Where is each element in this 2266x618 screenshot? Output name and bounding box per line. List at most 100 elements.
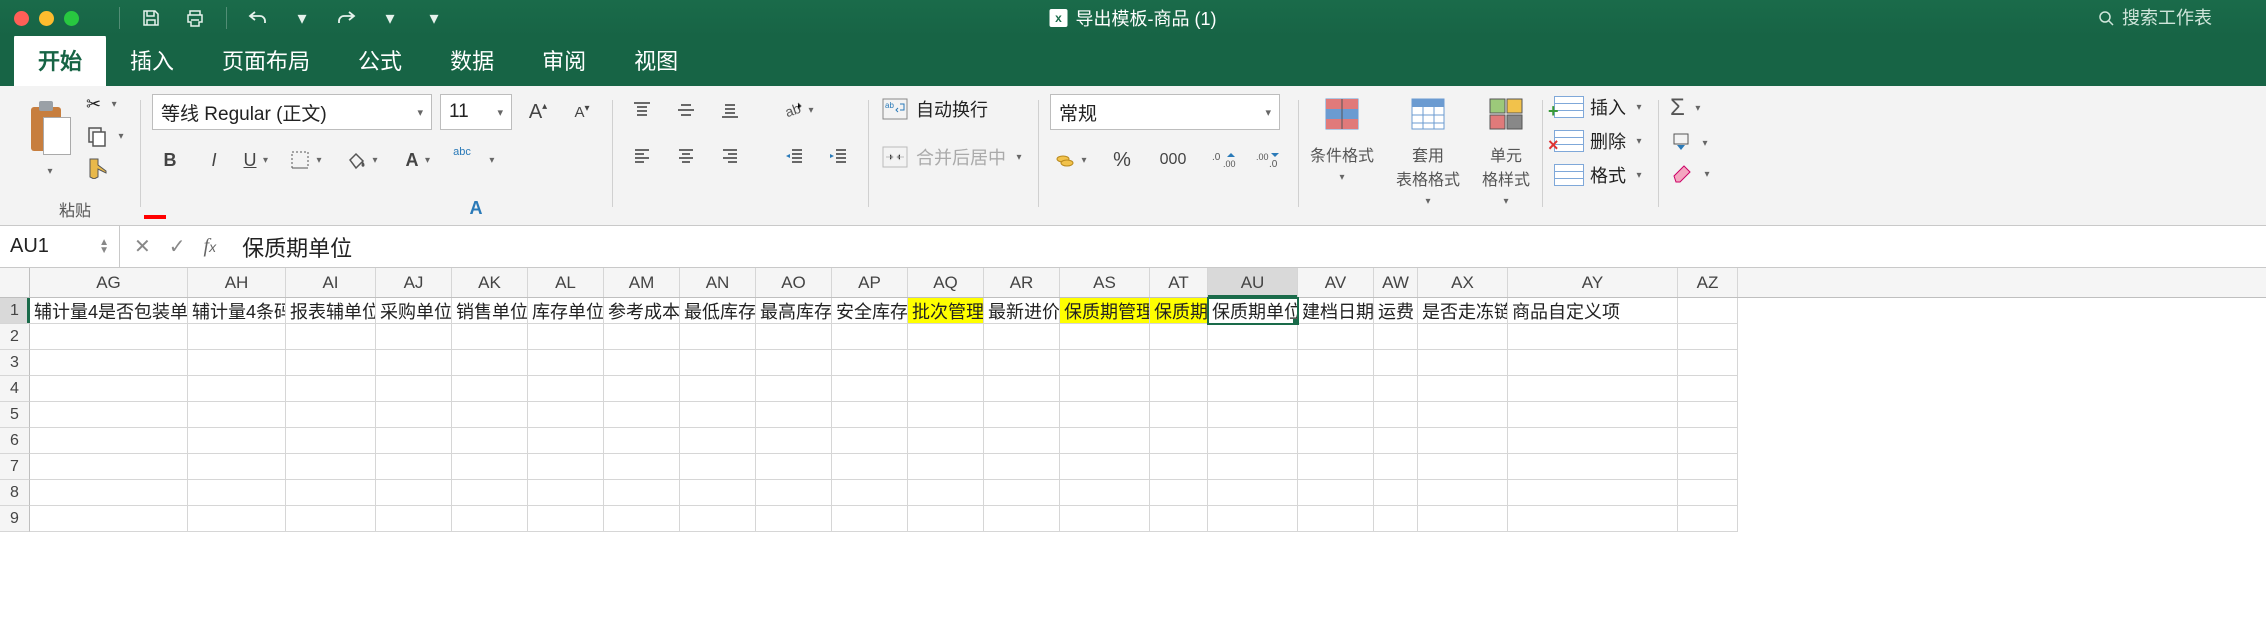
cell-AU6[interactable] bbox=[1208, 428, 1298, 454]
cell-AU4[interactable] bbox=[1208, 376, 1298, 402]
cell-AH3[interactable] bbox=[188, 350, 286, 376]
cell-AO3[interactable] bbox=[756, 350, 832, 376]
cell-AZ3[interactable] bbox=[1678, 350, 1738, 376]
enter-formula-button[interactable]: ✓ bbox=[169, 234, 186, 259]
cell-AZ9[interactable] bbox=[1678, 506, 1738, 532]
cell-AG4[interactable] bbox=[30, 376, 188, 402]
comma-button[interactable]: 000 bbox=[1148, 144, 1198, 176]
bold-button[interactable]: B bbox=[152, 144, 188, 176]
align-middle-button[interactable] bbox=[668, 94, 704, 126]
cell-AH8[interactable] bbox=[188, 480, 286, 506]
cell-AY8[interactable] bbox=[1508, 480, 1678, 506]
cell-AI7[interactable] bbox=[286, 454, 376, 480]
cell-AK4[interactable] bbox=[452, 376, 528, 402]
cell-AM7[interactable] bbox=[604, 454, 680, 480]
cell-AQ4[interactable] bbox=[908, 376, 984, 402]
undo-icon[interactable] bbox=[245, 5, 271, 31]
cell-AS5[interactable] bbox=[1060, 402, 1150, 428]
cell-AI4[interactable] bbox=[286, 376, 376, 402]
fx-icon[interactable]: fx bbox=[204, 235, 217, 258]
cell-AL9[interactable] bbox=[528, 506, 604, 532]
increase-decimal-button[interactable]: .0.00 bbox=[1206, 144, 1242, 176]
cell-AL1[interactable]: 库存单位 bbox=[528, 298, 604, 324]
cell-AU9[interactable] bbox=[1208, 506, 1298, 532]
row-header-2[interactable]: 2 bbox=[0, 324, 30, 350]
cell-AM1[interactable]: 参考成本 bbox=[604, 298, 680, 324]
cell-AN8[interactable] bbox=[680, 480, 756, 506]
wrap-text-button[interactable]: ab 自动换行 bbox=[880, 94, 1026, 124]
cell-AZ1[interactable] bbox=[1678, 298, 1738, 324]
row-header-5[interactable]: 5 bbox=[0, 402, 30, 428]
cell-AJ3[interactable] bbox=[376, 350, 452, 376]
cell-AO2[interactable] bbox=[756, 324, 832, 350]
cell-AI1[interactable]: 报表辅单位 bbox=[286, 298, 376, 324]
cell-AL7[interactable] bbox=[528, 454, 604, 480]
cell-AY9[interactable] bbox=[1508, 506, 1678, 532]
cell-AJ7[interactable] bbox=[376, 454, 452, 480]
name-box[interactable]: AU1 ▲▼ bbox=[0, 226, 120, 267]
cell-AV3[interactable] bbox=[1298, 350, 1374, 376]
cell-AQ9[interactable] bbox=[908, 506, 984, 532]
cell-AX4[interactable] bbox=[1418, 376, 1508, 402]
cell-AX1[interactable]: 是否走冻链 bbox=[1418, 298, 1508, 324]
cell-AM9[interactable] bbox=[604, 506, 680, 532]
cell-AI2[interactable] bbox=[286, 324, 376, 350]
cell-AP6[interactable] bbox=[832, 428, 908, 454]
row-header-6[interactable]: 6 bbox=[0, 428, 30, 454]
cell-AZ7[interactable] bbox=[1678, 454, 1738, 480]
cell-AY6[interactable] bbox=[1508, 428, 1678, 454]
cell-AY1[interactable]: 商品自定义项 bbox=[1508, 298, 1678, 324]
column-header-AG[interactable]: AG bbox=[30, 268, 188, 297]
cell-AT5[interactable] bbox=[1150, 402, 1208, 428]
row-header-8[interactable]: 8 bbox=[0, 480, 30, 506]
currency-button[interactable]: ▾ bbox=[1050, 144, 1096, 176]
cell-AQ6[interactable] bbox=[908, 428, 984, 454]
cell-AX6[interactable] bbox=[1418, 428, 1508, 454]
column-header-AJ[interactable]: AJ bbox=[376, 268, 452, 297]
redo-dropdown[interactable]: ▾ bbox=[377, 5, 403, 31]
cell-AN7[interactable] bbox=[680, 454, 756, 480]
cell-AV6[interactable] bbox=[1298, 428, 1374, 454]
cell-AR2[interactable] bbox=[984, 324, 1060, 350]
minimize-window-button[interactable] bbox=[39, 11, 54, 26]
cell-AL4[interactable] bbox=[528, 376, 604, 402]
clear-button[interactable]: ▾ bbox=[1670, 164, 1714, 184]
cell-AY7[interactable] bbox=[1508, 454, 1678, 480]
cell-AQ3[interactable] bbox=[908, 350, 984, 376]
cell-AH5[interactable] bbox=[188, 402, 286, 428]
cell-AG6[interactable] bbox=[30, 428, 188, 454]
cell-AI3[interactable] bbox=[286, 350, 376, 376]
qat-customize-dropdown[interactable]: ▾ bbox=[421, 5, 447, 31]
cell-AT7[interactable] bbox=[1150, 454, 1208, 480]
tab-home[interactable]: 开始 bbox=[14, 34, 106, 86]
cell-AH4[interactable] bbox=[188, 376, 286, 402]
cell-AP4[interactable] bbox=[832, 376, 908, 402]
decrease-decimal-button[interactable]: .00.0 bbox=[1250, 144, 1286, 176]
cell-AQ1[interactable]: 批次管理 bbox=[908, 298, 984, 324]
column-header-AN[interactable]: AN bbox=[680, 268, 756, 297]
cell-AV4[interactable] bbox=[1298, 376, 1374, 402]
cell-AT1[interactable]: 保质期 bbox=[1150, 298, 1208, 324]
cell-AZ4[interactable] bbox=[1678, 376, 1738, 402]
phonetic-button[interactable]: abcA▾ bbox=[452, 144, 500, 176]
cell-AT4[interactable] bbox=[1150, 376, 1208, 402]
tab-view[interactable]: 视图 bbox=[610, 34, 702, 86]
cell-AW7[interactable] bbox=[1374, 454, 1418, 480]
insert-cells-button[interactable]: +插入▾ bbox=[1554, 94, 1646, 120]
save-icon[interactable] bbox=[138, 5, 164, 31]
cell-AT9[interactable] bbox=[1150, 506, 1208, 532]
cell-AT2[interactable] bbox=[1150, 324, 1208, 350]
cell-AH1[interactable]: 辅计量4条码 bbox=[188, 298, 286, 324]
cell-AK6[interactable] bbox=[452, 428, 528, 454]
cut-button[interactable]: ✂▾ bbox=[86, 94, 128, 115]
cell-AW8[interactable] bbox=[1374, 480, 1418, 506]
cell-styles-button[interactable]: 单元 格样式 ▾ bbox=[1482, 94, 1530, 207]
tab-formulas[interactable]: 公式 bbox=[334, 34, 426, 86]
redo-icon[interactable] bbox=[333, 5, 359, 31]
paste-button[interactable] bbox=[22, 96, 78, 160]
cell-AZ5[interactable] bbox=[1678, 402, 1738, 428]
close-window-button[interactable] bbox=[14, 11, 29, 26]
cell-AR1[interactable]: 最新进价 bbox=[984, 298, 1060, 324]
orientation-button[interactable]: ab▾ bbox=[776, 94, 824, 126]
cell-AP1[interactable]: 安全库存 bbox=[832, 298, 908, 324]
